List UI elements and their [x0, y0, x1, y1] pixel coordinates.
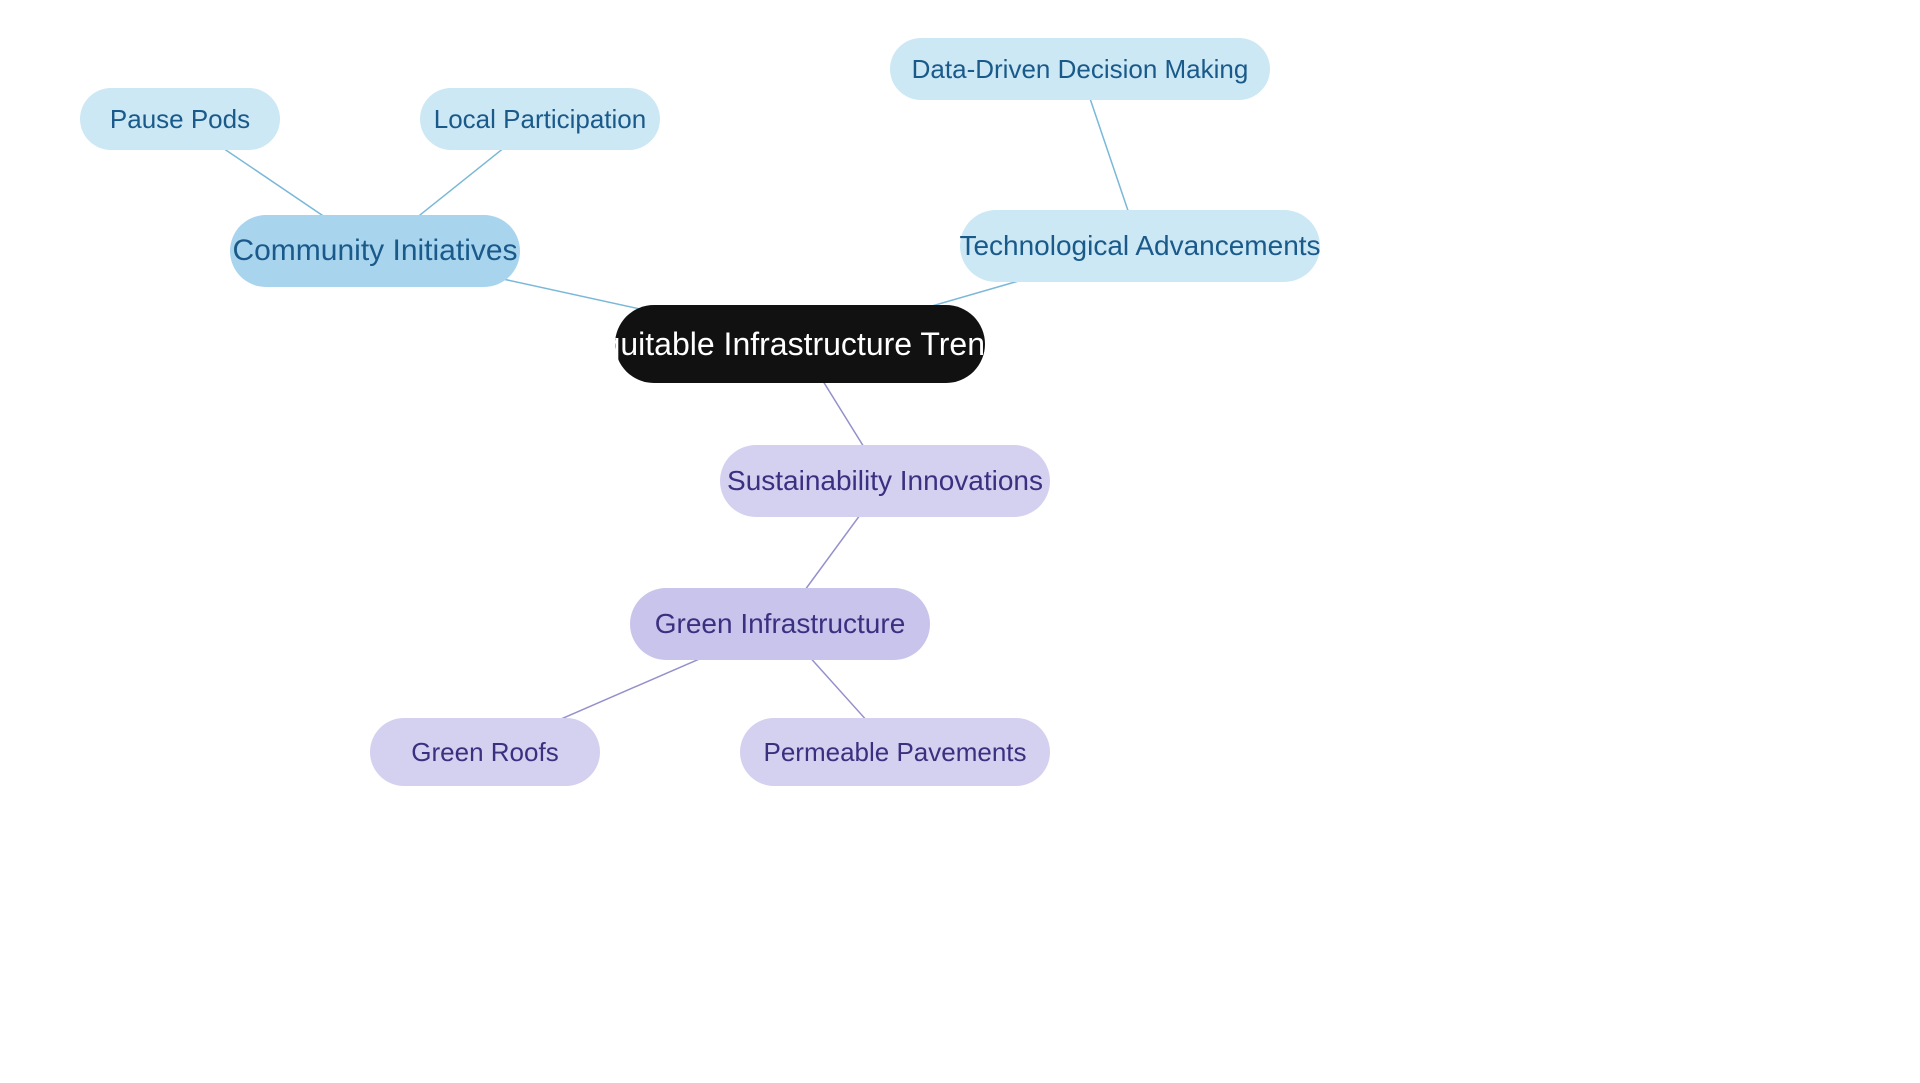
community-initiatives-node: Community Initiatives [230, 215, 520, 287]
green-roofs-node: Green Roofs [370, 718, 600, 786]
sustainability-innovations-node: Sustainability Innovations [720, 445, 1050, 517]
pause-pods-node: Pause Pods [80, 88, 280, 150]
center-node: Equitable Infrastructure Trends [615, 305, 985, 383]
green-infrastructure-node: Green Infrastructure [630, 588, 930, 660]
local-participation-node: Local Participation [420, 88, 660, 150]
permeable-pavements-node: Permeable Pavements [740, 718, 1050, 786]
data-driven-node: Data-Driven Decision Making [890, 38, 1270, 100]
technological-advancements-node: Technological Advancements [960, 210, 1320, 282]
